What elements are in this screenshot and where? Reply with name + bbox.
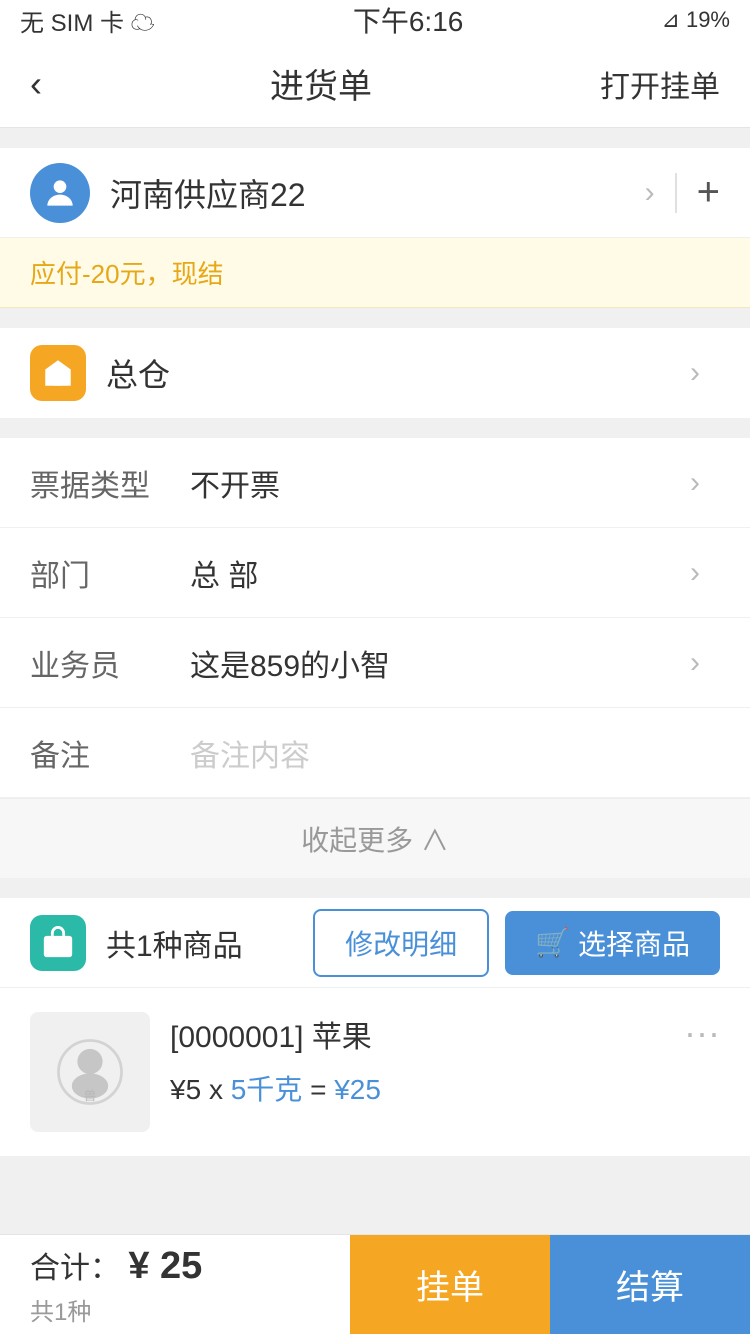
supplier-divider xyxy=(675,173,677,213)
gap-1 xyxy=(0,128,750,148)
product-more-button[interactable]: ··· xyxy=(684,1012,720,1054)
total-section: 合计： ¥ 25 共1种 xyxy=(0,1243,350,1327)
gap-4 xyxy=(0,878,750,898)
dept-value: 总 部 xyxy=(180,551,690,595)
status-right: ⊿ 19% xyxy=(662,7,730,33)
svg-text:兽: 兽 xyxy=(84,1089,97,1103)
checkout-button[interactable]: 结算 xyxy=(550,1235,750,1334)
nav-bar: ‹ 进货单 打开挂单 xyxy=(0,40,750,128)
sales-chevron-icon: › xyxy=(690,646,700,680)
unit-price: ¥5 xyxy=(170,1074,201,1105)
invoice-value: 不开票 xyxy=(180,461,690,505)
edit-detail-button[interactable]: 修改明细 xyxy=(313,909,489,977)
product-thumbnail: 兽 xyxy=(30,1012,150,1132)
warehouse-section: 总仓 › xyxy=(0,328,750,418)
bottom-bar: 合计： ¥ 25 共1种 挂单 结算 xyxy=(0,1234,750,1334)
sales-value: 这是859的小智 xyxy=(180,641,690,685)
invoice-label: 票据类型 xyxy=(30,461,180,505)
product-thumb-icon: 兽 xyxy=(55,1037,125,1107)
collapse-label: 收起更多 ∧ xyxy=(301,819,449,859)
supplier-section: 河南供应商22 › + 应付-20元，现结 xyxy=(0,148,750,308)
invoice-row[interactable]: 票据类型 不开票 › xyxy=(0,438,750,528)
hang-button[interactable]: 挂单 xyxy=(350,1235,550,1334)
notice-bar: 应付-20元，现结 xyxy=(0,238,750,308)
equals-sign: = xyxy=(310,1074,334,1105)
home-icon xyxy=(41,356,75,390)
select-product-icon: 🛒 xyxy=(535,926,570,959)
supplier-row[interactable]: 河南供应商22 › + xyxy=(0,148,750,238)
gap-3 xyxy=(0,418,750,438)
sales-row[interactable]: 业务员 这是859的小智 › xyxy=(0,618,750,708)
product-price: ¥5 x 5千克 = ¥25 xyxy=(170,1068,684,1108)
products-count: 共1种商品 xyxy=(106,921,313,965)
no-sim-text: 无 SIM 卡 ☁ xyxy=(20,3,155,38)
product-info: [0000001] 苹果 ¥5 x 5千克 = ¥25 xyxy=(170,1012,684,1108)
price-separator: x xyxy=(209,1074,231,1105)
supplier-name: 河南供应商22 xyxy=(110,170,645,216)
product-code: [0000001] xyxy=(170,1021,303,1054)
product-name: [0000001] 苹果 xyxy=(170,1012,684,1056)
product-item: 兽 [0000001] 苹果 ¥5 x 5千克 = ¥25 ··· xyxy=(0,988,750,1157)
warehouse-name: 总仓 xyxy=(106,350,690,396)
gap-2 xyxy=(0,308,750,328)
quantity: 5千克 xyxy=(231,1074,303,1105)
products-section: 共1种商品 修改明细 🛒 选择商品 兽 [0000001] 苹果 ¥5 xyxy=(0,898,750,1157)
select-product-label: 选择商品 xyxy=(578,923,690,963)
battery-percent: 19% xyxy=(686,7,730,33)
supplier-avatar xyxy=(30,163,90,223)
warehouse-icon xyxy=(30,345,86,401)
supplier-chevron-icon: › xyxy=(645,176,655,210)
invoice-chevron-icon: › xyxy=(690,466,700,500)
page-title: 进货单 xyxy=(270,59,372,108)
open-hang-button[interactable]: 打开挂单 xyxy=(600,62,720,106)
status-time: 下午6:16 xyxy=(353,0,464,40)
product-title: 苹果 xyxy=(312,1021,372,1054)
remark-label: 备注 xyxy=(30,731,180,775)
sales-label: 业务员 xyxy=(30,641,180,685)
total-label: 合计： xyxy=(30,1252,120,1285)
warehouse-chevron-icon: › xyxy=(690,356,700,390)
back-button[interactable]: ‹ xyxy=(30,63,42,105)
form-section: 票据类型 不开票 › 部门 总 部 › 业务员 这是859的小智 › 备注 备注… xyxy=(0,438,750,798)
remark-row[interactable]: 备注 备注内容 xyxy=(0,708,750,798)
warehouse-row[interactable]: 总仓 › xyxy=(0,328,750,418)
status-left: 无 SIM 卡 ☁ xyxy=(20,3,155,38)
battery-icon: ⊿ xyxy=(662,7,680,33)
dept-chevron-icon: › xyxy=(690,556,700,590)
total-amount: ¥ 25 xyxy=(128,1245,202,1287)
total-amount-row: 合计： ¥ 25 xyxy=(30,1243,320,1288)
products-header: 共1种商品 修改明细 🛒 选择商品 xyxy=(0,898,750,988)
remark-input[interactable]: 备注内容 xyxy=(180,731,720,775)
select-product-button[interactable]: 🛒 选择商品 xyxy=(505,911,720,975)
status-bar: 无 SIM 卡 ☁ 下午6:16 ⊿ 19% xyxy=(0,0,750,40)
shopping-bag-icon xyxy=(41,926,75,960)
person-icon xyxy=(41,174,79,212)
dept-row[interactable]: 部门 总 部 › xyxy=(0,528,750,618)
collapse-bar[interactable]: 收起更多 ∧ xyxy=(0,798,750,878)
dept-label: 部门 xyxy=(30,551,180,595)
add-supplier-button[interactable]: + xyxy=(697,170,720,215)
total-count: 共1种 xyxy=(30,1292,320,1327)
products-icon xyxy=(30,915,86,971)
item-total: ¥25 xyxy=(334,1074,381,1105)
